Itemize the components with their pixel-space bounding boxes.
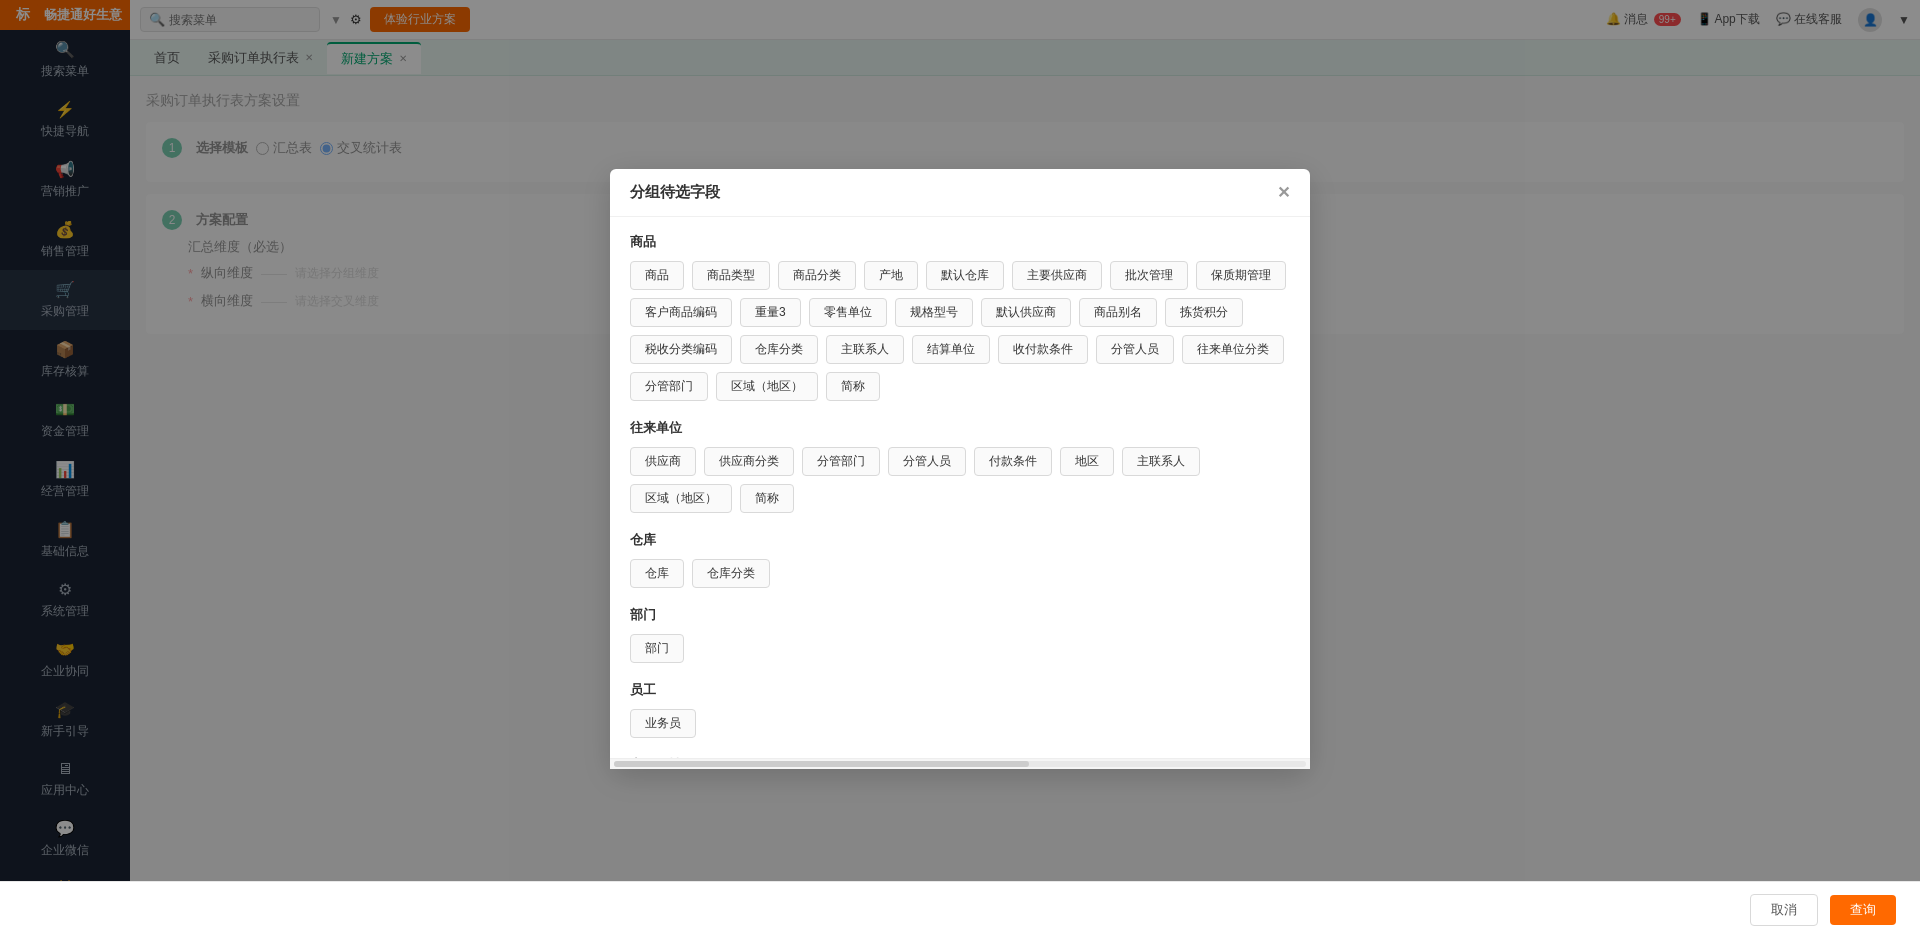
field-tag-0-17[interactable]: 主联系人 <box>826 335 904 364</box>
field-tag-1-7[interactable]: 区域（地区） <box>630 484 732 513</box>
field-tag-0-0[interactable]: 商品 <box>630 261 684 290</box>
field-tag-1-2[interactable]: 分管部门 <box>802 447 880 476</box>
field-tag-0-13[interactable]: 商品别名 <box>1079 298 1157 327</box>
field-tag-3-0[interactable]: 部门 <box>630 634 684 663</box>
confirm-button[interactable]: 查询 <box>1830 895 1896 925</box>
section-title-2: 仓库 <box>630 531 1290 549</box>
field-tag-0-5[interactable]: 主要供应商 <box>1012 261 1102 290</box>
field-tag-4-0[interactable]: 业务员 <box>630 709 696 738</box>
field-tag-1-0[interactable]: 供应商 <box>630 447 696 476</box>
field-section-0: 商品商品商品类型商品分类产地默认仓库主要供应商批次管理保质期管理客户商品编码重量… <box>630 233 1290 401</box>
field-tags-1: 供应商供应商分类分管部门分管人员付款条件地区主联系人区域（地区） 简称 <box>630 447 1290 513</box>
modal-hscrollbar[interactable] <box>610 758 1310 768</box>
field-tag-0-19[interactable]: 收付款条件 <box>998 335 1088 364</box>
field-tag-0-12[interactable]: 默认供应商 <box>981 298 1071 327</box>
field-tag-0-10[interactable]: 零售单位 <box>809 298 887 327</box>
field-tag-0-14[interactable]: 拣货积分 <box>1165 298 1243 327</box>
field-section-1: 往来单位供应商供应商分类分管部门分管人员付款条件地区主联系人区域（地区） 简称 <box>630 419 1290 513</box>
section-title-1: 往来单位 <box>630 419 1290 437</box>
field-tag-0-2[interactable]: 商品分类 <box>778 261 856 290</box>
field-tag-2-0[interactable]: 仓库 <box>630 559 684 588</box>
field-tag-2-1[interactable]: 仓库分类 <box>692 559 770 588</box>
field-tags-3: 部门 <box>630 634 1290 663</box>
cancel-button[interactable]: 取消 <box>1750 894 1818 926</box>
section-title-4: 员工 <box>630 681 1290 699</box>
field-tag-1-1[interactable]: 供应商分类 <box>704 447 794 476</box>
field-tag-0-4[interactable]: 默认仓库 <box>926 261 1004 290</box>
field-tag-0-18[interactable]: 结算单位 <box>912 335 990 364</box>
modal-dialog: 分组待选字段 ✕ 商品商品商品类型商品分类产地默认仓库主要供应商批次管理保质期管… <box>610 169 1310 769</box>
field-section-4: 员工业务员 <box>630 681 1290 738</box>
modal-body[interactable]: 商品商品商品类型商品分类产地默认仓库主要供应商批次管理保质期管理客户商品编码重量… <box>610 217 1310 759</box>
section-title-0: 商品 <box>630 233 1290 251</box>
modal-close-button[interactable]: ✕ <box>1277 183 1290 202</box>
field-tag-0-20[interactable]: 分管人员 <box>1096 335 1174 364</box>
field-tag-0-22[interactable]: 分管部门 <box>630 372 708 401</box>
field-tag-0-7[interactable]: 保质期管理 <box>1196 261 1286 290</box>
field-tags-2: 仓库仓库分类 <box>630 559 1290 588</box>
field-tag-1-6[interactable]: 主联系人 <box>1122 447 1200 476</box>
field-tag-1-8[interactable]: 简称 <box>740 484 794 513</box>
field-tag-0-9[interactable]: 重量3 <box>740 298 801 327</box>
modal-title: 分组待选字段 <box>630 183 720 202</box>
modal-footer: 取消 查询 <box>0 881 1920 937</box>
field-section-3: 部门部门 <box>630 606 1290 663</box>
field-tags-4: 业务员 <box>630 709 1290 738</box>
field-tag-0-8[interactable]: 客户商品编码 <box>630 298 732 327</box>
section-title-3: 部门 <box>630 606 1290 624</box>
field-tag-0-21[interactable]: 往来单位分类 <box>1182 335 1284 364</box>
field-tags-0: 商品商品类型商品分类产地默认仓库主要供应商批次管理保质期管理客户商品编码重量3 零… <box>630 261 1290 401</box>
field-tag-0-11[interactable]: 规格型号 <box>895 298 973 327</box>
field-tag-1-4[interactable]: 付款条件 <box>974 447 1052 476</box>
field-tag-0-16[interactable]: 仓库分类 <box>740 335 818 364</box>
field-tag-0-6[interactable]: 批次管理 <box>1110 261 1188 290</box>
field-tag-0-24[interactable]: 简称 <box>826 372 880 401</box>
field-tag-1-5[interactable]: 地区 <box>1060 447 1114 476</box>
modal-header: 分组待选字段 ✕ <box>610 169 1310 217</box>
field-tag-0-3[interactable]: 产地 <box>864 261 918 290</box>
modal-overlay: 分组待选字段 ✕ 商品商品商品类型商品分类产地默认仓库主要供应商批次管理保质期管… <box>0 0 1920 937</box>
field-section-2: 仓库仓库仓库分类 <box>630 531 1290 588</box>
field-tag-1-3[interactable]: 分管人员 <box>888 447 966 476</box>
field-tag-0-1[interactable]: 商品类型 <box>692 261 770 290</box>
field-tag-0-15[interactable]: 税收分类编码 <box>630 335 732 364</box>
field-tag-0-23[interactable]: 区域（地区） <box>716 372 818 401</box>
